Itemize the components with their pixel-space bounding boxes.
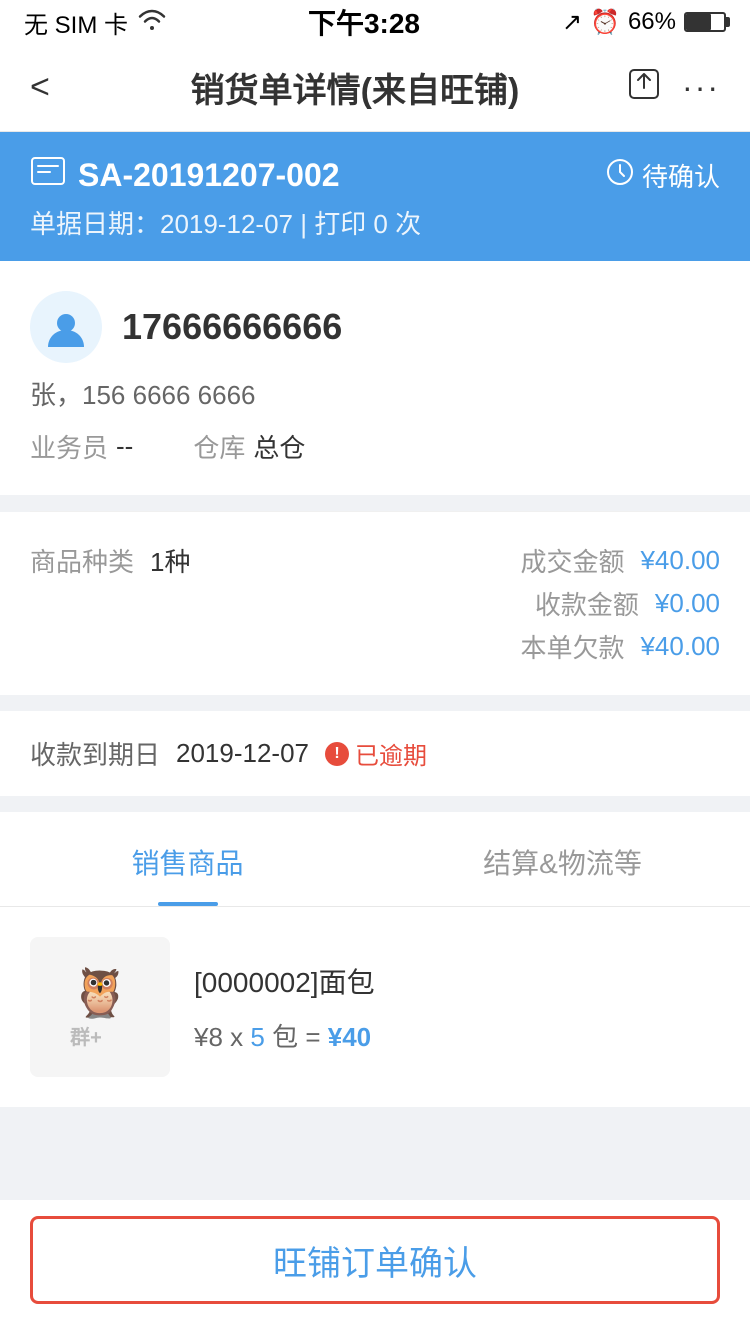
- order-status: 待确认: [606, 157, 720, 194]
- customer-avatar: [30, 291, 102, 363]
- payment-row: 收款金额 ¥0.00: [535, 585, 720, 622]
- nav-bar: < 销货单详情(来自旺铺) ···: [0, 44, 750, 132]
- overdue-text: 已逾期: [355, 736, 427, 771]
- product-section: 🦉 群+ [0000002]面包 ¥8 x 5 包 = ¥40: [0, 907, 750, 1107]
- warehouse-value: 总仓: [253, 428, 305, 465]
- order-date: 单据日期：2019-12-07 | 打印 0 次: [30, 204, 720, 241]
- payment-label: 收款金额: [535, 585, 639, 622]
- tab-settlement[interactable]: 结算&物流等: [375, 812, 750, 906]
- product-logo-icon: 🦉: [70, 964, 130, 1021]
- overdue-icon: !: [325, 742, 349, 766]
- order-header: SA-20191207-002 待确认 单据日期：2019-12-07 | 打印…: [0, 132, 750, 261]
- unit-price: ¥8: [194, 1022, 223, 1052]
- alarm-icon: ⏰: [590, 8, 620, 37]
- transaction-label: 成交金额: [520, 542, 624, 579]
- more-options-icon[interactable]: ···: [682, 69, 720, 106]
- balance-value: ¥40.00: [640, 631, 720, 662]
- page-title: 销货单详情(来自旺铺): [90, 63, 620, 112]
- bottom-bar: 旺铺订单确认: [0, 1200, 750, 1334]
- summary-right: 成交金额 ¥40.00 收款金额 ¥0.00 本单欠款 ¥40.00: [520, 542, 720, 665]
- overdue-badge: ! 已逾期: [325, 736, 427, 771]
- due-date-value: 2019-12-07: [176, 738, 309, 769]
- clock-icon: [606, 158, 634, 193]
- product-info: [0000002]面包 ¥8 x 5 包 = ¥40: [194, 961, 720, 1054]
- order-id: SA-20191207-002: [30, 156, 340, 194]
- summary-section: 商品种类 1种 成交金额 ¥40.00 收款金额 ¥0.00 本单欠款 ¥40.…: [0, 512, 750, 695]
- customer-phone: 17666666666: [122, 306, 342, 348]
- status-left: 无 SIM 卡: [24, 5, 166, 40]
- status-time: 下午3:28: [308, 2, 420, 42]
- product-thumbnail: 🦉 群+: [30, 937, 170, 1077]
- category-value: 1种: [150, 542, 190, 579]
- customer-name: 张，156 6666 6666: [30, 375, 720, 412]
- share-icon[interactable]: [626, 66, 662, 109]
- balance-label: 本单欠款: [520, 628, 624, 665]
- equals-sign: =: [305, 1022, 327, 1052]
- tabs-section: 销售商品 结算&物流等: [0, 812, 750, 907]
- due-date-section: 收款到期日 2019-12-07 ! 已逾期: [0, 711, 750, 796]
- warehouse-label: 仓库: [193, 428, 245, 465]
- product-quantity: 5: [250, 1022, 264, 1052]
- battery-icon: [684, 12, 726, 32]
- battery-text: 66%: [628, 8, 676, 36]
- nav-actions: ···: [620, 66, 720, 109]
- transaction-row: 成交金额 ¥40.00: [520, 542, 720, 579]
- status-right: ↗ ⏰ 66%: [562, 8, 726, 37]
- due-date-label: 收款到期日: [30, 735, 160, 772]
- wifi-icon: [138, 8, 166, 37]
- salesperson-value: --: [116, 431, 133, 462]
- status-bar: 无 SIM 卡 下午3:28 ↗ ⏰ 66%: [0, 0, 750, 44]
- product-name: [0000002]面包: [194, 961, 720, 1001]
- warehouse-field: 仓库 总仓: [193, 428, 305, 465]
- status-text: 待确认: [642, 157, 720, 194]
- tab-bar: 销售商品 结算&物流等: [0, 812, 750, 907]
- location-icon: ↗: [562, 8, 582, 37]
- summary-left: 商品种类 1种: [30, 542, 190, 579]
- product-logo-text: 群+: [70, 1021, 130, 1050]
- salesperson-label: 业务员: [30, 428, 108, 465]
- multiply-sign: x: [230, 1022, 250, 1052]
- customer-section: 17666666666 张，156 6666 6666 业务员 -- 仓库 总仓: [0, 261, 750, 495]
- tab-products[interactable]: 销售商品: [0, 812, 375, 906]
- payment-value: ¥0.00: [655, 588, 720, 619]
- transaction-value: ¥40.00: [640, 545, 720, 576]
- confirm-order-button[interactable]: 旺铺订单确认: [30, 1216, 720, 1304]
- back-button[interactable]: <: [30, 68, 90, 107]
- product-item: 🦉 群+ [0000002]面包 ¥8 x 5 包 = ¥40: [30, 937, 720, 1077]
- salesperson-field: 业务员 --: [30, 428, 133, 465]
- carrier-text: 无 SIM 卡: [24, 5, 128, 40]
- product-unit: 包: [272, 1022, 298, 1052]
- category-label: 商品种类: [30, 542, 134, 579]
- balance-row: 本单欠款 ¥40.00: [520, 628, 720, 665]
- order-icon: [30, 156, 66, 194]
- customer-meta: 业务员 -- 仓库 总仓: [30, 428, 720, 465]
- product-total: ¥40: [328, 1022, 371, 1052]
- product-price: ¥8 x 5 包 = ¥40: [194, 1017, 720, 1054]
